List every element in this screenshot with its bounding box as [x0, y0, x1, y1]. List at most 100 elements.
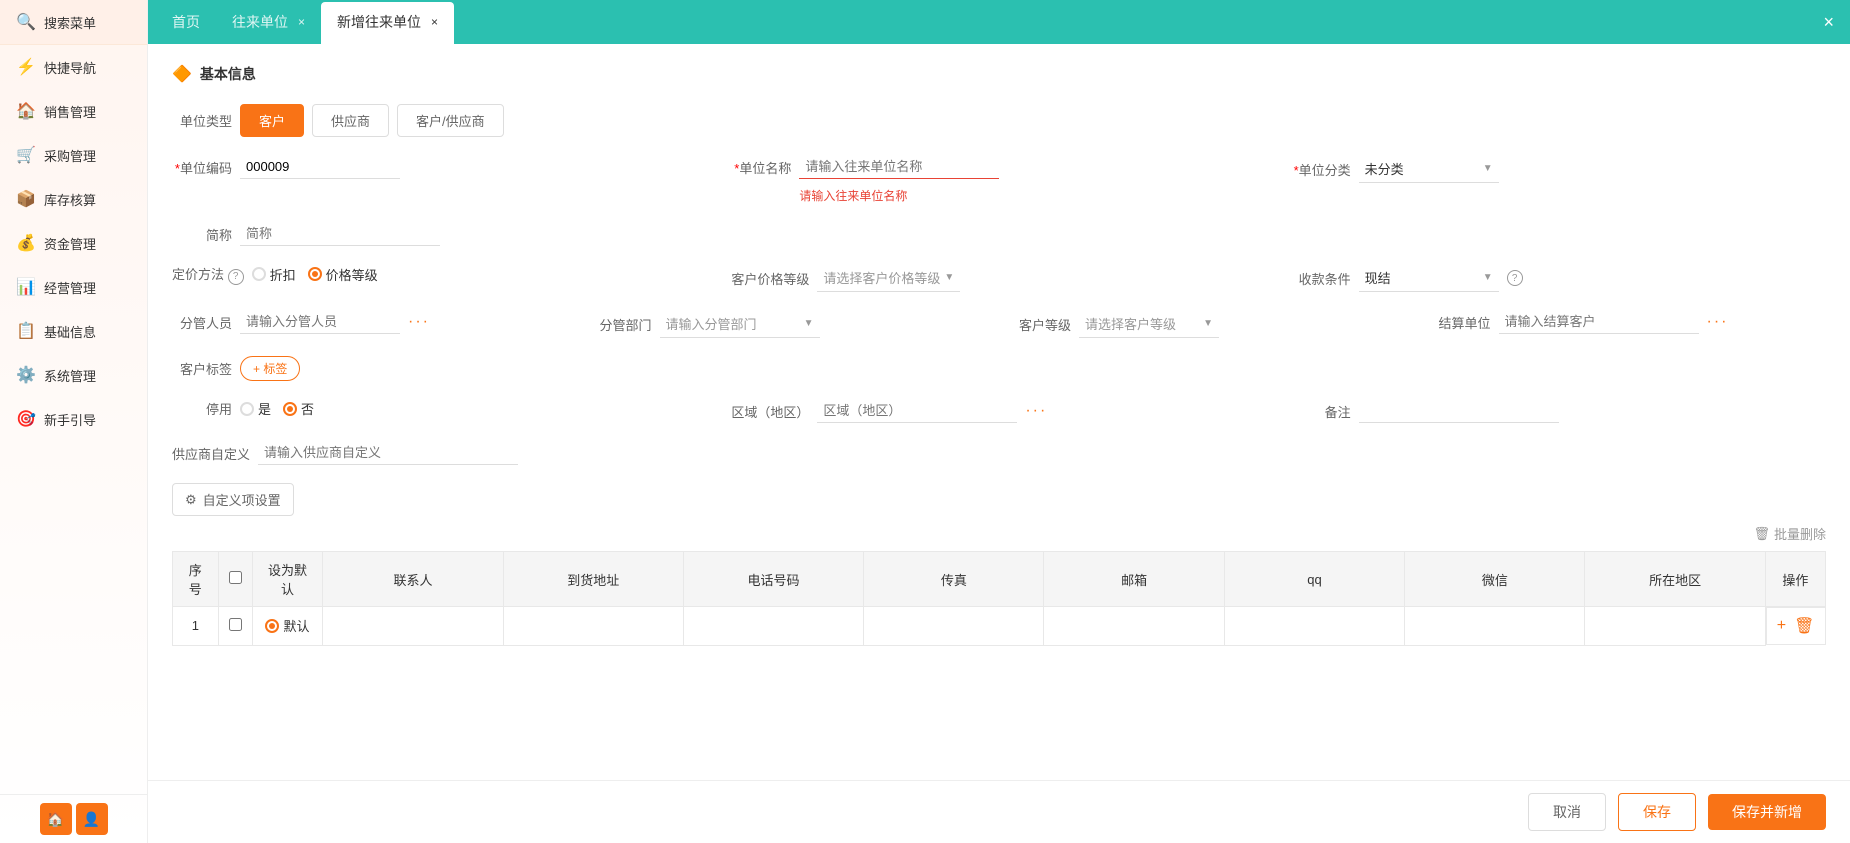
row-fax-input[interactable]	[874, 618, 1033, 633]
manager-input[interactable]	[240, 310, 400, 334]
payment-terms-help-icon[interactable]: ?	[1507, 270, 1523, 286]
sidebar-item-search[interactable]: 🔍 搜索菜单	[0, 0, 147, 45]
sidebar-item-quicknav[interactable]: ⚡ 快捷导航	[0, 45, 147, 89]
unit-code-label: *单位编码	[172, 158, 232, 177]
radio-no-circle	[283, 402, 297, 416]
remarks-input[interactable]	[1359, 399, 1559, 423]
row-phone[interactable]	[683, 607, 863, 646]
settlement-unit-input[interactable]	[1499, 310, 1699, 334]
save-new-button[interactable]: 保存并新增	[1708, 794, 1826, 830]
unit-info-row: *单位编码 *单位名称 请输入往来单位名称 *单位分类	[172, 155, 1826, 204]
row-delete-icon[interactable]: 🗑	[1794, 616, 1814, 636]
department-select[interactable]: 请输入分管部门 ▼	[660, 310, 820, 338]
row-contact-input[interactable]	[333, 618, 492, 633]
row-select-checkbox[interactable]	[229, 618, 242, 631]
tab-partners-close[interactable]: ×	[298, 15, 305, 29]
row-qq[interactable]	[1224, 607, 1404, 646]
settings-gear-icon: ⚙	[185, 492, 197, 508]
row-email[interactable]	[1044, 607, 1224, 646]
sidebar-item-newbie[interactable]: 🎯 新手引导	[0, 397, 147, 441]
tab-new-partner[interactable]: 新增往来单位 ×	[321, 2, 454, 46]
sidebar-item-basics[interactable]: 📋 基础信息	[0, 309, 147, 353]
cancel-button[interactable]: 取消	[1528, 793, 1606, 831]
row-fax[interactable]	[864, 607, 1044, 646]
row-email-input[interactable]	[1054, 618, 1213, 633]
remarks-label: 备注	[1291, 402, 1351, 421]
sidebar-finance-label: 资金管理	[44, 234, 96, 253]
row-contact[interactable]	[323, 607, 503, 646]
radio-yes-circle	[240, 402, 254, 416]
row-checkbox[interactable]	[218, 607, 252, 646]
sidebar-item-purchase[interactable]: 🛒 采购管理	[0, 133, 147, 177]
sidebar-item-inventory[interactable]: 📦 库存核算	[0, 177, 147, 221]
manager-more-icon[interactable]: ···	[408, 313, 430, 331]
row-region-input[interactable]	[1595, 618, 1754, 633]
custom-settings-button[interactable]: ⚙ 自定义项设置	[172, 483, 294, 516]
save-button[interactable]: 保存	[1618, 793, 1696, 831]
settlement-unit-label: 结算单位	[1431, 313, 1491, 332]
radio-yes[interactable]: 是	[240, 399, 271, 418]
sidebar-basics-label: 基础信息	[44, 322, 96, 341]
tab-partners[interactable]: 往来单位 ×	[216, 0, 321, 44]
alias-input[interactable]	[240, 222, 440, 246]
pricing-help-icon[interactable]: ?	[228, 269, 244, 285]
row-phone-input[interactable]	[694, 618, 853, 633]
sidebar-sales-label: 销售管理	[44, 102, 96, 121]
pricing-method-group: 定价方法 ? 折扣 价格等级	[172, 264, 707, 285]
radio-discount[interactable]: 折扣	[252, 265, 296, 284]
unit-btn-supplier[interactable]: 供应商	[312, 104, 389, 137]
batch-delete-label[interactable]: 批量删除	[1774, 524, 1826, 543]
sidebar-inventory-label: 库存核算	[44, 190, 96, 209]
radio-no[interactable]: 否	[283, 399, 314, 418]
pricing-method-label: 定价方法 ?	[172, 264, 244, 285]
department-chevron-icon: ▼	[804, 318, 814, 329]
radio-price-level[interactable]: 价格等级	[308, 265, 378, 284]
section-icon: 🔶	[172, 64, 192, 84]
sidebar-item-sales[interactable]: 🏠 销售管理	[0, 89, 147, 133]
col-email: 邮箱	[1044, 552, 1224, 607]
supplier-custom-row: 供应商自定义	[172, 441, 1826, 465]
unit-code-input[interactable]	[240, 155, 400, 179]
tab-new-partner-close[interactable]: ×	[431, 15, 438, 29]
inventory-icon: 📦	[16, 189, 36, 209]
row-address-input[interactable]	[514, 618, 673, 633]
sidebar-home-btn[interactable]: 🏠	[40, 803, 72, 835]
section-header: 🔶 基本信息	[172, 64, 1826, 84]
row-default-radio[interactable]: 默认	[263, 616, 313, 635]
payment-terms-select[interactable]: 现结 ▼	[1359, 264, 1499, 292]
customer-level-select[interactable]: 请选择客户等级 ▼	[1079, 310, 1219, 338]
customer-price-level-select[interactable]: 请选择客户价格等级 ▼	[817, 264, 960, 292]
unit-category-select[interactable]: 未分类 ▼	[1359, 155, 1499, 183]
manager-group: 分管人员 ···	[172, 310, 568, 334]
department-group: 分管部门 请输入分管部门 ▼	[592, 310, 988, 338]
customer-level-chevron-icon: ▼	[1203, 318, 1213, 329]
row-default: 默认	[252, 607, 323, 646]
settlement-unit-more-icon[interactable]: ···	[1707, 313, 1729, 331]
select-all-checkbox[interactable]	[229, 571, 242, 584]
row-region[interactable]	[1585, 607, 1765, 646]
tab-bar-close-btn[interactable]: ×	[1815, 12, 1842, 33]
row-wechat-input[interactable]	[1415, 618, 1574, 633]
sidebar-item-system[interactable]: ⚙️ 系统管理	[0, 353, 147, 397]
sidebar-item-operations[interactable]: 📊 经营管理	[0, 265, 147, 309]
unit-btn-both[interactable]: 客户/供应商	[397, 104, 504, 137]
tab-home[interactable]: 首页	[156, 0, 216, 44]
add-tag-button[interactable]: + 标签	[240, 356, 300, 381]
row-add-icon[interactable]: +	[1777, 617, 1786, 635]
pricing-radio-group: 折扣 价格等级	[252, 265, 378, 284]
col-phone: 电话号码	[683, 552, 863, 607]
col-checkbox[interactable]	[218, 552, 252, 607]
unit-btn-customer[interactable]: 客户	[240, 104, 304, 137]
row-wechat[interactable]	[1405, 607, 1585, 646]
supplier-custom-input[interactable]	[258, 441, 518, 465]
region-more-icon[interactable]: ···	[1025, 402, 1047, 420]
batch-delete-area: 🗑 批量删除	[172, 524, 1826, 543]
row-qq-input[interactable]	[1235, 618, 1394, 633]
unit-name-input[interactable]	[799, 155, 999, 179]
row-address[interactable]	[503, 607, 683, 646]
sidebar-item-finance[interactable]: 💰 资金管理	[0, 221, 147, 265]
customer-level-group: 客户等级 请选择客户等级 ▼	[1011, 310, 1407, 338]
region-input[interactable]	[817, 399, 1017, 423]
sidebar-purchase-label: 采购管理	[44, 146, 96, 165]
sidebar-user-btn[interactable]: 👤	[76, 803, 108, 835]
